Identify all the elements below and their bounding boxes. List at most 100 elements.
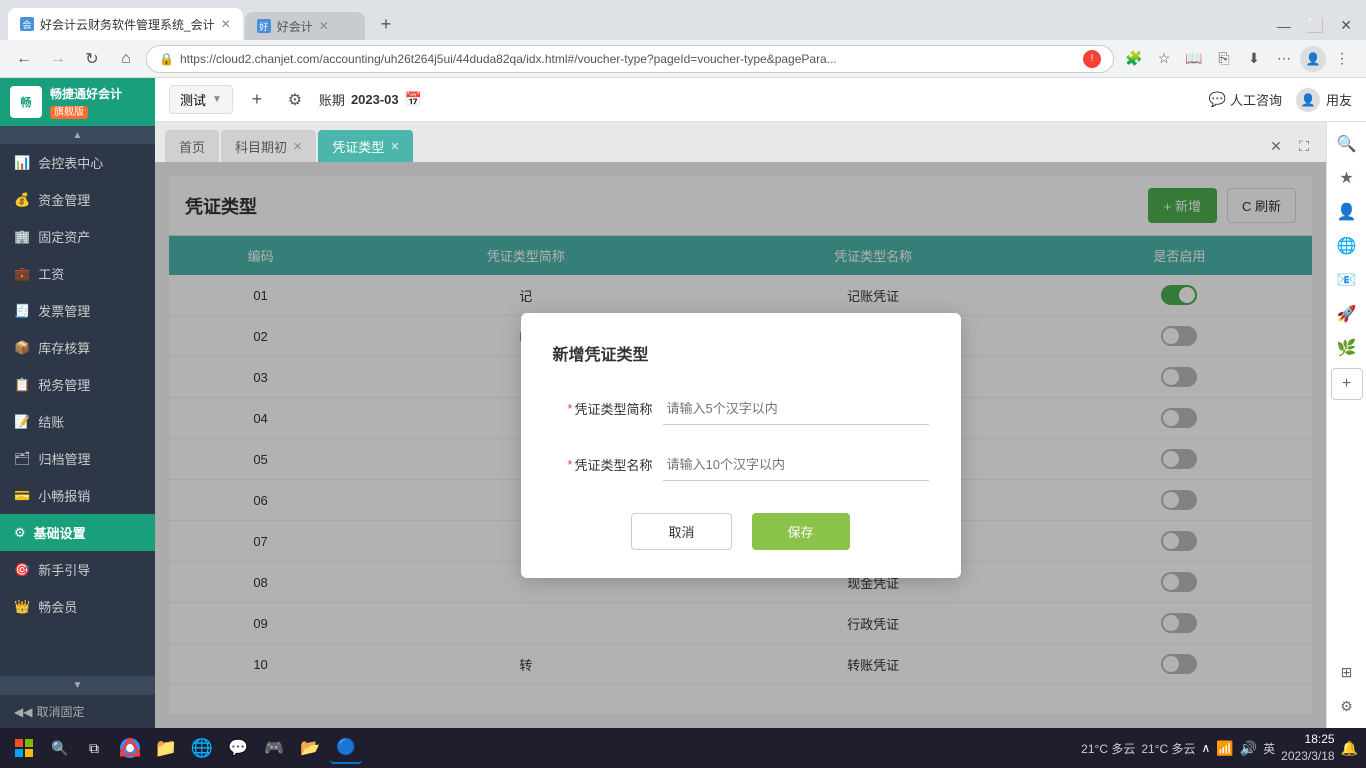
right-settings-icon[interactable]: ⚙ bbox=[1331, 690, 1363, 722]
tab1-label: 好会计云财务软件管理系统_会计 bbox=[40, 16, 215, 33]
nav-refresh[interactable]: ↻ bbox=[78, 45, 106, 73]
browser-tab-2[interactable]: 好 好会计 ✕ bbox=[245, 12, 365, 40]
guide-icon: 🎯 bbox=[14, 562, 30, 578]
maximize-icon[interactable]: ⬜ bbox=[1301, 17, 1330, 34]
nav-home[interactable]: ⌂ bbox=[112, 45, 140, 73]
tab-collapse-icon[interactable]: ✕ bbox=[1264, 134, 1288, 158]
add-company-button[interactable]: + bbox=[243, 86, 271, 114]
start-button[interactable] bbox=[8, 732, 40, 764]
sidebar-items: 📊 会控表中心 💰 资金管理 🏢 固定资产 💼 工资 🧾 发票管理 📦 bbox=[0, 144, 155, 676]
taskbar: 🔍 ⧉ 📁 🌐 💬 🎮 📂 🔵 21°C 多云 21°C 多云 ∧ 📶 🔊 英 … bbox=[0, 728, 1366, 768]
sidebar-item-invoice[interactable]: 🧾 发票管理 bbox=[0, 292, 155, 329]
right-search-icon[interactable]: 🔍 bbox=[1331, 128, 1363, 160]
right-add-icon[interactable]: + bbox=[1331, 368, 1363, 400]
taskbar-notification[interactable]: 🔔 bbox=[1341, 740, 1358, 757]
address-bar[interactable]: 🔒 https://cloud2.chanjet.com/accounting/… bbox=[146, 45, 1114, 73]
taskbar-chrome[interactable] bbox=[114, 732, 146, 764]
tab-voucher-close[interactable]: ✕ bbox=[390, 140, 399, 153]
sidebar-item-archive[interactable]: 🗂 归档管理 bbox=[0, 440, 155, 477]
new-tab-button[interactable]: + bbox=[371, 8, 402, 40]
sidebar-logo: 畅 畅捷通好会计 旗舰版 bbox=[0, 78, 155, 126]
browser-menu-icon[interactable]: ⋮ bbox=[1328, 45, 1356, 73]
sidebar-scroll-down[interactable]: ▼ bbox=[0, 676, 155, 694]
right-grid-icon[interactable]: ⊞ bbox=[1331, 656, 1363, 688]
right-user-icon[interactable]: 👤 bbox=[1331, 196, 1363, 228]
close-icon[interactable]: ✕ bbox=[1334, 17, 1358, 34]
extensions-icon[interactable]: 🧩 bbox=[1120, 45, 1148, 73]
taskbar-file-explorer[interactable]: 📁 bbox=[150, 732, 182, 764]
taskbar-time: 18:25 bbox=[1281, 731, 1334, 748]
tab-voucher-type[interactable]: 凭证类型 ✕ bbox=[318, 130, 413, 162]
sidebar-item-funds[interactable]: 💰 资金管理 bbox=[0, 181, 155, 218]
split-icon[interactable]: ⎘ bbox=[1210, 45, 1238, 73]
taskbar-wechat[interactable]: 💬 bbox=[222, 732, 254, 764]
save-button[interactable]: 保存 bbox=[752, 513, 850, 550]
name-input[interactable] bbox=[663, 449, 929, 481]
archive-icon: 🗂 bbox=[14, 451, 31, 467]
browser-right-icons: 🧩 ☆ 📖 ⎘ ⬇ ⋯ 👤 ⋮ bbox=[1120, 45, 1356, 73]
right-star-icon[interactable]: ★ bbox=[1331, 162, 1363, 194]
user-label: 用友 bbox=[1326, 90, 1352, 109]
nav-back[interactable]: ← bbox=[10, 45, 38, 73]
taskbar-search[interactable]: 🔍 bbox=[46, 734, 74, 762]
sidebar-scroll-up[interactable]: ▲ bbox=[0, 126, 155, 144]
taskbar-right: 21°C 多云 21°C 多云 ∧ 📶 🔊 英 18:25 2023/3/18 … bbox=[1081, 731, 1358, 765]
content-area: 凭证类型 + 新增 C 刷新 编码 凭证类 bbox=[155, 162, 1326, 728]
taskbar-app5[interactable]: 🎮 bbox=[258, 732, 290, 764]
tab-home[interactable]: 首页 bbox=[165, 130, 219, 162]
tab-expand-icon[interactable]: ⛶ bbox=[1292, 134, 1316, 158]
taskbar-weather: 21°C 多云 bbox=[1081, 740, 1135, 757]
lock-icon: 🔒 bbox=[159, 52, 174, 66]
sidebar-item-member[interactable]: 👑 畅会员 bbox=[0, 588, 155, 625]
taskbar-lang: 英 bbox=[1263, 740, 1275, 757]
sidebar-item-guide[interactable]: 🎯 新手引导 bbox=[0, 551, 155, 588]
settings-header-button[interactable]: ⚙ bbox=[281, 86, 309, 114]
tab-subjects-close[interactable]: ✕ bbox=[293, 140, 302, 153]
right-globe-icon[interactable]: 🌐 bbox=[1331, 230, 1363, 262]
page-tabs-bar: 首页 科目期初 ✕ 凭证类型 ✕ ✕ ⛶ bbox=[155, 122, 1326, 162]
taskbar-task-view[interactable]: ⧉ bbox=[80, 734, 108, 762]
taskbar-app6[interactable]: 📂 bbox=[294, 732, 326, 764]
consultation-btn[interactable]: 💬 人工咨询 bbox=[1209, 90, 1282, 109]
sidebar-item-salary[interactable]: 💼 工资 bbox=[0, 255, 155, 292]
sidebar-item-inventory[interactable]: 📦 库存核算 bbox=[0, 329, 155, 366]
taskbar-edge2[interactable]: 🔵 bbox=[330, 732, 362, 764]
member-label: 畅会员 bbox=[38, 597, 77, 616]
user-avatar-icon: 👤 bbox=[1296, 88, 1320, 112]
user-info[interactable]: 👤 用友 bbox=[1296, 88, 1352, 112]
cancel-button[interactable]: 取消 bbox=[631, 513, 731, 550]
sidebar-item-checkout[interactable]: 📝 结账 bbox=[0, 403, 155, 440]
tab-subjects[interactable]: 科目期初 ✕ bbox=[221, 130, 316, 162]
user-profile-icon[interactable]: 👤 bbox=[1300, 46, 1326, 72]
notification-icon[interactable]: ! bbox=[1083, 50, 1101, 68]
sidebar-item-dashboard[interactable]: 📊 会控表中心 bbox=[0, 144, 155, 181]
save-icon[interactable]: ⬇ bbox=[1240, 45, 1268, 73]
sidebar-item-tax[interactable]: 📋 税务管理 bbox=[0, 366, 155, 403]
taskbar-up-icon[interactable]: ∧ bbox=[1201, 741, 1210, 755]
right-mail-icon[interactable]: 📧 bbox=[1331, 264, 1363, 296]
right-leaf-icon[interactable]: 🌿 bbox=[1331, 332, 1363, 364]
sidebar-item-fixed-assets[interactable]: 🏢 固定资产 bbox=[0, 218, 155, 255]
abbr-input[interactable] bbox=[663, 393, 929, 425]
period-calendar-icon[interactable]: 📅 bbox=[405, 91, 422, 108]
sidebar-item-expense[interactable]: 💳 小畅报销 bbox=[0, 477, 155, 514]
expense-label: 小畅报销 bbox=[38, 486, 90, 505]
company-selector[interactable]: 测试 ▼ bbox=[169, 85, 233, 114]
right-panel: 🔍 ★ 👤 🌐 📧 🚀 🌿 + ⊞ ⚙ bbox=[1326, 122, 1366, 728]
tab2-close[interactable]: ✕ bbox=[319, 19, 329, 33]
nav-forward[interactable]: → bbox=[44, 45, 72, 73]
tab1-close[interactable]: ✕ bbox=[221, 17, 231, 31]
sidebar-item-settings[interactable]: ⚙ 基础设置 bbox=[0, 514, 155, 551]
salary-label: 工资 bbox=[38, 264, 64, 283]
logo-text-area: 畅捷通好会计 旗舰版 bbox=[50, 86, 122, 118]
browser-tab-1[interactable]: 会 好会计云财务软件管理系统_会计 ✕ bbox=[8, 8, 243, 40]
minimize-icon[interactable]: — bbox=[1271, 18, 1297, 34]
tax-label: 税务管理 bbox=[38, 375, 90, 394]
taskbar-edge[interactable]: 🌐 bbox=[186, 732, 218, 764]
right-send-icon[interactable]: 🚀 bbox=[1331, 298, 1363, 330]
favorites-icon[interactable]: ☆ bbox=[1150, 45, 1178, 73]
reading-icon[interactable]: 📖 bbox=[1180, 45, 1208, 73]
more-icon[interactable]: ⋯ bbox=[1270, 45, 1298, 73]
sidebar-collapse[interactable]: ◀◀ 取消固定 bbox=[0, 694, 155, 728]
funds-label: 资金管理 bbox=[38, 190, 90, 209]
